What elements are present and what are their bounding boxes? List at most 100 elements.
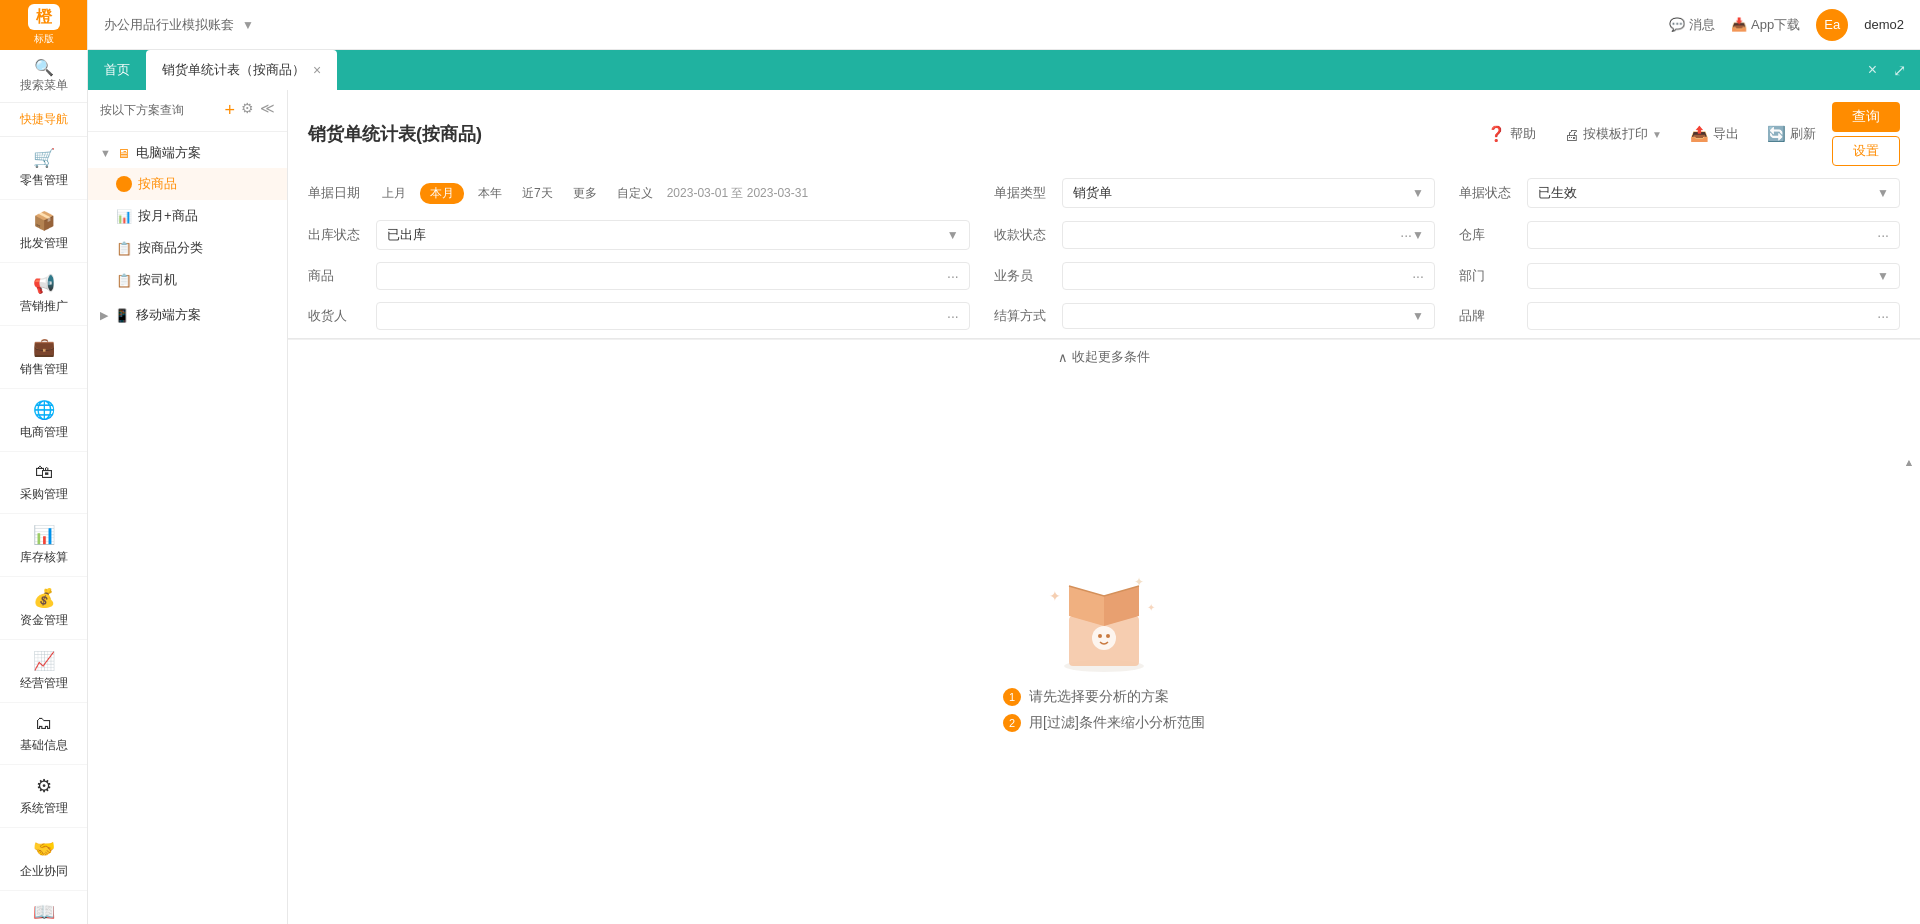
svg-point-2 xyxy=(1092,626,1116,650)
date-custom[interactable]: 自定义 xyxy=(611,183,659,204)
settings-btn[interactable]: 设置 xyxy=(1832,136,1900,166)
hint-2-num: 2 xyxy=(1003,714,1021,732)
date-more[interactable]: 更多 xyxy=(567,183,603,204)
product-select[interactable]: ··· xyxy=(376,262,970,290)
out-status-caret: ▼ xyxy=(947,228,959,242)
app-download-action[interactable]: 📥 App下载 xyxy=(1731,16,1800,34)
avatar[interactable]: Ea xyxy=(1816,9,1848,41)
quick-nav[interactable]: 快捷导航 xyxy=(0,103,87,137)
scheme-item-by-cashier[interactable]: 📋 按司机 xyxy=(88,264,287,296)
filter-doc-status: 单据状态 已生效 ▼ xyxy=(1459,178,1900,208)
sidebar-item-ecommerce[interactable]: 🌐 电商管理 xyxy=(0,389,87,452)
refresh-btn[interactable]: 🔄 刷新 xyxy=(1759,121,1824,147)
pc-group-label: 电脑端方案 xyxy=(136,144,201,162)
warehouse-label: 仓库 xyxy=(1459,226,1519,244)
scheme-item-by-category[interactable]: 📋 按商品分类 xyxy=(88,232,287,264)
topbar-right: 💬 消息 📥 App下载 Ea demo2 xyxy=(1669,9,1904,41)
query-btn[interactable]: 查询 xyxy=(1832,102,1900,132)
tab-home[interactable]: 首页 xyxy=(88,50,146,90)
settlement-select[interactable]: ▼ xyxy=(1062,303,1435,329)
filter-product: 商品 ··· xyxy=(308,262,970,290)
search-menu-label: 搜索菜单 xyxy=(6,77,81,94)
sidebar-item-label-inventory: 库存核算 xyxy=(20,549,68,566)
collapse-bar[interactable]: ∧ 收起更多条件 xyxy=(288,339,1920,374)
receipt-status-dots: ··· xyxy=(1400,227,1412,243)
brand-select[interactable]: ··· xyxy=(1527,302,1900,330)
sidebar-item-enterprise[interactable]: 🤝 企业协同 xyxy=(0,828,87,891)
scheme-item-by-product[interactable]: 按商品 xyxy=(88,168,287,200)
sidebar-item-label-retail: 零售管理 xyxy=(20,172,68,189)
date-last-month[interactable]: 上月 xyxy=(376,183,412,204)
sidebar-item-system[interactable]: ⚙ 系统管理 xyxy=(0,765,87,828)
filter-row-3: 商品 ··· 业务员 ··· xyxy=(308,262,1900,290)
tab-report-close[interactable]: × xyxy=(313,62,321,78)
by-category-icon: 📋 xyxy=(116,241,132,256)
salesperson-select[interactable]: ··· xyxy=(1062,262,1435,290)
by-cashier-label: 按司机 xyxy=(138,271,177,289)
marketing-icon: 📢 xyxy=(33,273,55,295)
help-btn[interactable]: ❓ 帮助 xyxy=(1479,121,1544,147)
hint-2-text: 用[过滤]条件来缩小分析范围 xyxy=(1029,714,1205,732)
receipt-status-caret: ▼ xyxy=(1412,228,1424,242)
mobile-group-label: 移动端方案 xyxy=(136,306,201,324)
filter-receiver: 收货人 ··· xyxy=(308,302,970,330)
receipt-status-select[interactable]: ··· ▼ xyxy=(1062,221,1435,249)
warehouse-select[interactable]: ··· xyxy=(1527,221,1900,249)
sidebar-item-marketing[interactable]: 📢 营销推广 xyxy=(0,263,87,326)
tab-restore-btn[interactable]: ⤢ xyxy=(1887,59,1912,82)
tab-report[interactable]: 销货单统计表（按商品） × xyxy=(146,50,337,90)
scheme-item-by-month-product[interactable]: 📊 按月+商品 xyxy=(88,200,287,232)
tab-close-all-btn[interactable]: × xyxy=(1862,59,1883,81)
doc-type-select[interactable]: 销货单 ▼ xyxy=(1062,178,1435,208)
search-menu[interactable]: 🔍 搜索菜单 xyxy=(0,50,87,103)
doc-status-select[interactable]: 已生效 ▼ xyxy=(1527,178,1900,208)
by-category-label: 按商品分类 xyxy=(138,239,203,257)
filter-receipt-status: 收款状态 ··· ▼ xyxy=(994,221,1435,249)
scheme-settings-icon[interactable]: ⚙ xyxy=(241,100,254,121)
out-status-label: 出库状态 xyxy=(308,226,368,244)
svg-point-4 xyxy=(1106,634,1110,638)
sidebar-item-operation[interactable]: 📈 经营管理 xyxy=(0,640,87,703)
department-label: 部门 xyxy=(1459,267,1519,285)
svg-text:✦: ✦ xyxy=(1049,588,1061,604)
scheme-group-mobile-header[interactable]: ▶ 📱 移动端方案 xyxy=(88,300,287,330)
out-status-select[interactable]: 已出库 ▼ xyxy=(376,220,970,250)
date-this-month[interactable]: 本月 xyxy=(420,183,464,204)
message-action[interactable]: 💬 消息 xyxy=(1669,16,1715,34)
sidebar-item-sales[interactable]: 💼 销售管理 xyxy=(0,326,87,389)
svg-text:✦: ✦ xyxy=(1147,602,1155,613)
date-label: 单据日期 xyxy=(308,184,368,202)
sidebar-item-wholesale[interactable]: 📦 批发管理 ▲ xyxy=(0,200,87,263)
operation-icon: 📈 xyxy=(33,650,55,672)
filter-area: 单据日期 上月 本月 本年 近7天 更多 自定义 2023-03-01 至 20… xyxy=(308,178,1900,330)
date-this-year[interactable]: 本年 xyxy=(472,183,508,204)
filter-out-status: 出库状态 已出库 ▼ xyxy=(308,220,970,250)
empty-hint-2: 2 用[过滤]条件来缩小分析范围 xyxy=(1003,714,1205,732)
page-header: 销货单统计表(按商品) ❓ 帮助 🖨 按模板打印 ▼ xyxy=(288,90,1920,339)
export-icon: 📤 xyxy=(1690,125,1709,143)
by-product-label: 按商品 xyxy=(138,175,177,193)
sidebar-item-label-finance: 资金管理 xyxy=(20,612,68,629)
sidebar-item-finance[interactable]: 💰 资金管理 xyxy=(0,577,87,640)
scheme-group-pc-header[interactable]: ▼ 🖥 电脑端方案 xyxy=(88,138,287,168)
template-print-btn[interactable]: 🖨 按模板打印 ▼ xyxy=(1556,121,1670,147)
date-last-7-days[interactable]: 近7天 xyxy=(516,183,559,204)
retail-icon: 🛒 xyxy=(33,147,55,169)
sidebar-item-inventory[interactable]: 📊 库存核算 xyxy=(0,514,87,577)
add-scheme-btn[interactable]: + xyxy=(224,100,235,121)
warehouse-dots: ··· xyxy=(1877,227,1889,243)
export-btn[interactable]: 📤 导出 xyxy=(1682,121,1747,147)
by-month-product-icon: 📊 xyxy=(116,209,132,224)
empty-illustration: ✦ ✦ ✦ xyxy=(1039,566,1169,676)
department-select[interactable]: ▼ xyxy=(1527,263,1900,289)
salesperson-label: 业务员 xyxy=(994,267,1054,285)
receiver-select[interactable]: ··· xyxy=(376,302,970,330)
sidebar-item-retail[interactable]: 🛒 零售管理 ▲ xyxy=(0,137,87,200)
collapse-panel-icon[interactable]: ≪ xyxy=(260,100,275,121)
breadcrumb-dropdown[interactable]: ▼ xyxy=(242,18,254,32)
sidebar-item-guide[interactable]: 📖 新手引导 xyxy=(0,891,87,924)
left-panel-title: 按以下方案查询 xyxy=(100,102,184,119)
sidebar-item-basic[interactable]: 🗂 基础信息 xyxy=(0,703,87,765)
sidebar-item-purchase[interactable]: 🛍 采购管理 xyxy=(0,452,87,514)
basic-icon: 🗂 xyxy=(35,713,53,734)
